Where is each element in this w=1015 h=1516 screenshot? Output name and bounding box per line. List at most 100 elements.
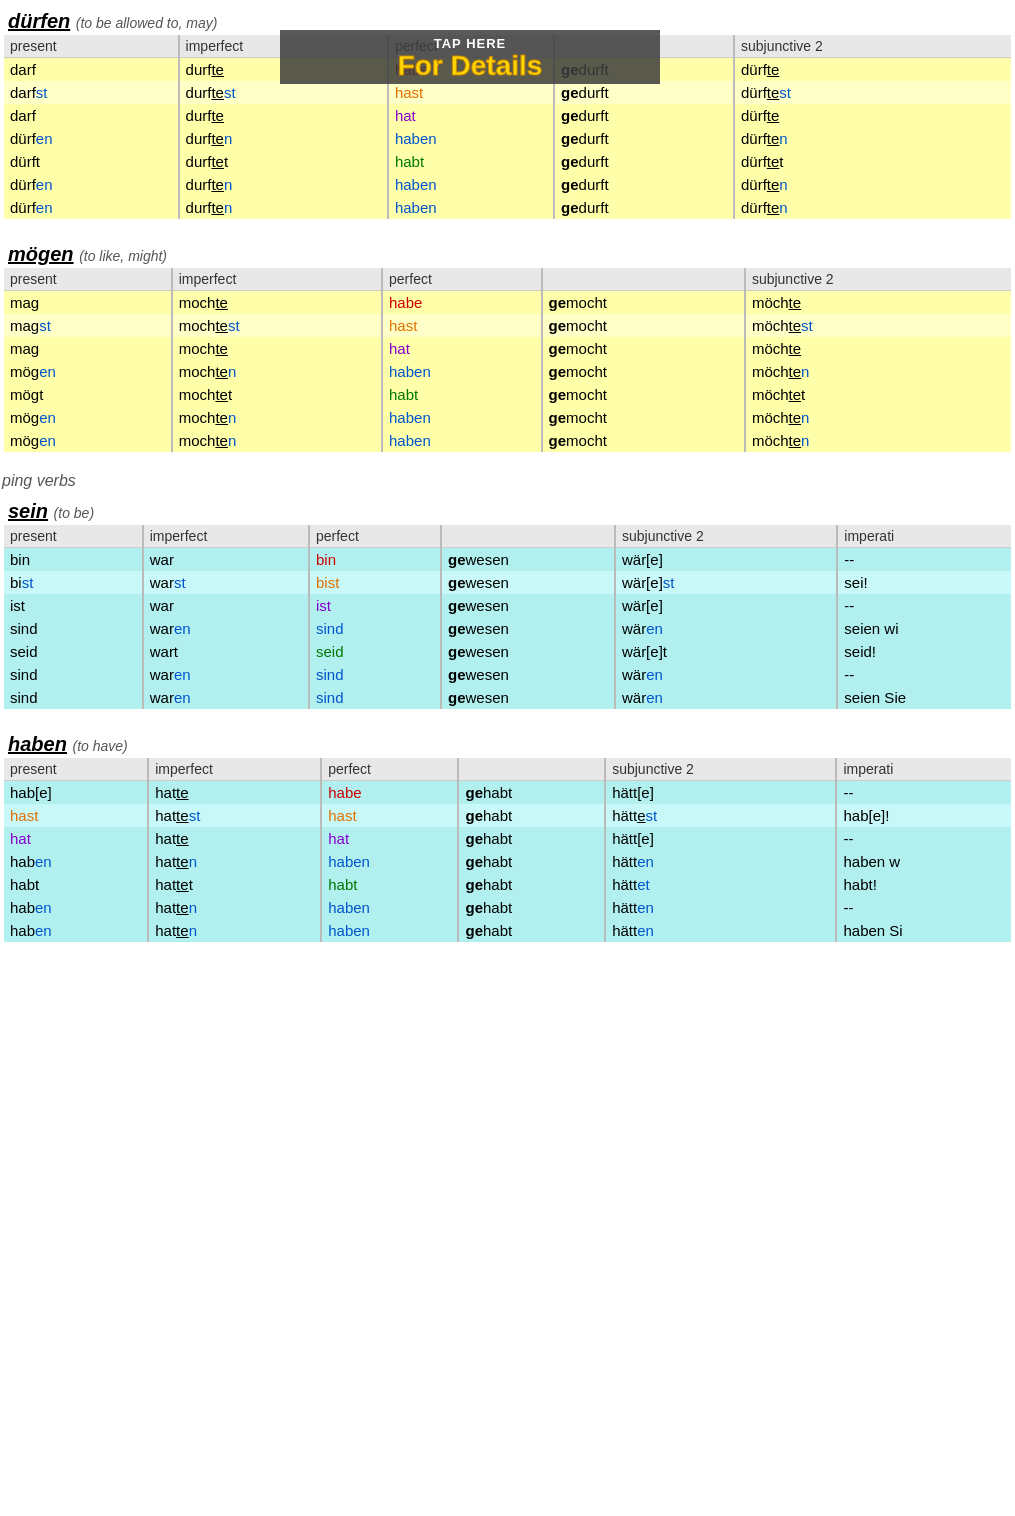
haben-row-wir: haben hatten haben gehabt hätten haben w: [4, 850, 1011, 873]
mogen-du-present: magst: [4, 314, 172, 337]
haben-er-perf2: gehabt: [458, 827, 605, 850]
sein-Sie-imp: seien Sie: [837, 686, 1011, 709]
mogen-section: mögen (to like, might) present imperfect…: [0, 233, 1015, 466]
sein-ich-subj2: wär[e]: [615, 548, 837, 572]
haben-header: present imperfect perfect subjunctive 2 …: [4, 758, 1011, 781]
mogen-er-imp: mochte: [172, 337, 382, 360]
durfen-ihr-imp: durftet: [179, 150, 388, 173]
haben-ich-perf2: gehabt: [458, 781, 605, 805]
sein-Sie-perf1: sind: [309, 686, 441, 709]
durfen-row-du: darfst durftest hast gedurft dürftest: [4, 81, 1011, 104]
haben-er-subj2: hätt[e]: [605, 827, 836, 850]
sein-sie-imp: --: [837, 663, 1011, 686]
durfen-Sie-subj2: dürften: [734, 196, 1011, 219]
mogen-er-present: mag: [4, 337, 172, 360]
mogen-row-ich: mag mochte habe gemocht möchte: [4, 291, 1011, 315]
sein-row-du: bist warst bist gewesen wär[e]st sei!: [4, 571, 1011, 594]
haben-sie-imp: hatten: [148, 896, 321, 919]
sein-wir-imp: waren: [143, 617, 309, 640]
sein-ihr-subj2: wär[e]t: [615, 640, 837, 663]
col-perfect: perfect: [382, 268, 542, 291]
haben-sie-imp: --: [836, 896, 1011, 919]
col-present: present: [4, 758, 148, 781]
mogen-wir-present: mögen: [4, 360, 172, 383]
sein-table: present imperfect perfect subjunctive 2 …: [4, 525, 1011, 709]
col-imperfect: imperfect: [148, 758, 321, 781]
haben-ihr-imp: habt!: [836, 873, 1011, 896]
sein-du-perf1: bist: [309, 571, 441, 594]
durfen-ihr-perf1: habt: [388, 150, 554, 173]
col-subj2: subjunctive 2: [615, 525, 837, 548]
haben-ich-perf1: habe: [321, 781, 458, 805]
sein-ich-present: bin: [4, 548, 143, 572]
sein-sie-subj2: wären: [615, 663, 837, 686]
mogen-du-perf2: gemocht: [542, 314, 745, 337]
mogen-er-perf2: gemocht: [542, 337, 745, 360]
mogen-wir-perf1: haben: [382, 360, 542, 383]
sein-ich-perf2: gewesen: [441, 548, 615, 572]
col-present: present: [4, 268, 172, 291]
haben-er-present: hat: [4, 827, 148, 850]
haben-section: haben (to have) present imperfect perfec…: [0, 723, 1015, 956]
sein-ihr-perf2: gewesen: [441, 640, 615, 663]
haben-sie-perf2: gehabt: [458, 896, 605, 919]
haben-meaning: (to have): [72, 738, 127, 754]
mogen-Sie-perf2: gemocht: [542, 429, 745, 452]
tap-here-overlay[interactable]: TAP HERE For Details: [280, 30, 660, 84]
haben-ihr-imp: hattet: [148, 873, 321, 896]
haben-sie-present: haben: [4, 896, 148, 919]
sein-ich-imp: --: [837, 548, 1011, 572]
durfen-meaning: (to be allowed to, may): [76, 15, 218, 31]
sein-sie-perf1: sind: [309, 663, 441, 686]
durfen-ich-present: darf: [4, 58, 179, 82]
col-imperfect: imperfect: [143, 525, 309, 548]
haben-du-present: hast: [4, 804, 148, 827]
haben-row-sie: haben hatten haben gehabt hätten --: [4, 896, 1011, 919]
sein-du-perf2: gewesen: [441, 571, 615, 594]
haben-ich-subj2: hätt[e]: [605, 781, 836, 805]
col-perfect: perfect: [321, 758, 458, 781]
durfen-er-present: darf: [4, 104, 179, 127]
sein-Sie-present: sind: [4, 686, 143, 709]
sein-Sie-perf2: gewesen: [441, 686, 615, 709]
haben-wir-perf2: gehabt: [458, 850, 605, 873]
sein-er-perf1: ist: [309, 594, 441, 617]
mogen-ich-perf1: habe: [382, 291, 542, 315]
mogen-row-sie: mögen mochten haben gemocht möchten: [4, 406, 1011, 429]
haben-ihr-subj2: hättet: [605, 873, 836, 896]
sein-ihr-perf1: seid: [309, 640, 441, 663]
col-subj2: subjunctive 2: [745, 268, 1011, 291]
haben-Sie-present: haben: [4, 919, 148, 942]
sein-Sie-subj2: wären: [615, 686, 837, 709]
haben-ihr-present: habt: [4, 873, 148, 896]
sein-wir-imp: seien wi: [837, 617, 1011, 640]
durfen-er-perf2: gedurft: [554, 104, 734, 127]
haben-du-perf2: gehabt: [458, 804, 605, 827]
mogen-row-er: mag mochte hat gemocht möchte: [4, 337, 1011, 360]
durfen-wir-perf1: haben: [388, 127, 554, 150]
mogen-title: mögen (to like, might): [4, 237, 1011, 268]
haben-table: present imperfect perfect subjunctive 2 …: [4, 758, 1011, 942]
sein-meaning: (to be): [54, 505, 94, 521]
durfen-sie-imp: durften: [179, 173, 388, 196]
haben-er-imp: --: [836, 827, 1011, 850]
haben-verb: haben: [8, 733, 67, 755]
col-imperfect: imperfect: [172, 268, 382, 291]
mogen-er-perf1: hat: [382, 337, 542, 360]
mogen-ihr-imp: mochtet: [172, 383, 382, 406]
durfen-Sie-perf2: gedurft: [554, 196, 734, 219]
haben-Sie-subj2: hätten: [605, 919, 836, 942]
haben-du-imp: hattest: [148, 804, 321, 827]
haben-du-perf1: hast: [321, 804, 458, 827]
sein-du-subj2: wär[e]st: [615, 571, 837, 594]
haben-ihr-perf1: habt: [321, 873, 458, 896]
mogen-table: present imperfect perfect subjunctive 2 …: [4, 268, 1011, 452]
sein-row-Sie: sind waren sind gewesen wären seien Sie: [4, 686, 1011, 709]
durfen-du-perf2: gedurft: [554, 81, 734, 104]
mogen-sie-perf2: gemocht: [542, 406, 745, 429]
sein-er-imp: --: [837, 594, 1011, 617]
haben-wir-perf1: haben: [321, 850, 458, 873]
col-imp: imperati: [836, 758, 1011, 781]
haben-ich-imp: --: [836, 781, 1011, 805]
durfen-ihr-present: dürft: [4, 150, 179, 173]
